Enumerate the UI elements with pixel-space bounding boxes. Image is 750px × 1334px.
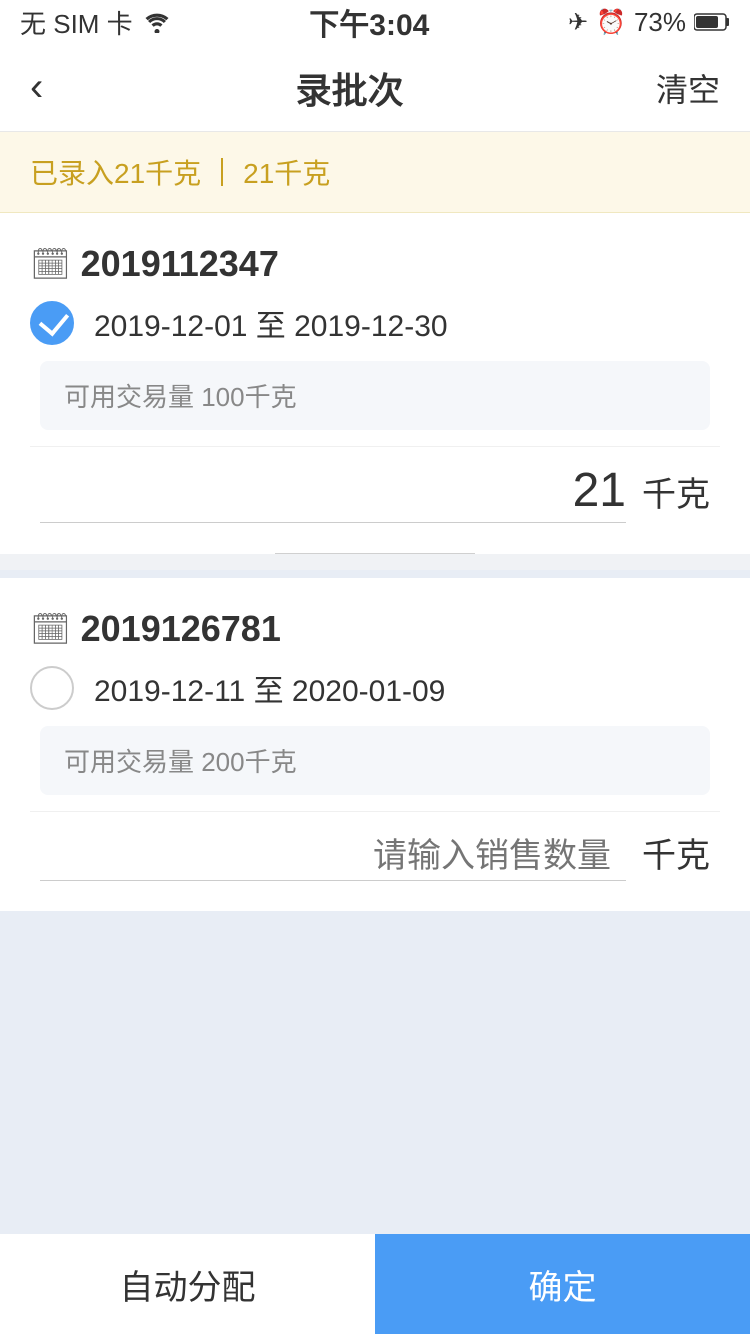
section-separator [0,570,750,578]
radio-1[interactable] [30,301,74,345]
batch-header-2: 🗓 2019126781 [30,608,720,650]
battery-text: 73% [634,7,686,38]
quantity-underline-1: 21 [40,463,626,523]
batch-id-1: 2019112347 [81,243,279,285]
radio-2[interactable] [30,666,74,710]
clear-button[interactable]: 清空 [656,65,720,111]
batch-card-2: 🗓 2019126781 2019-12-11 至 2020-01-09 可用交… [0,578,750,911]
confirm-button[interactable]: 确定 [375,1234,750,1334]
quantity-input-2[interactable] [40,837,626,876]
info-divider [221,158,223,186]
alarm-icon: ⏰ [596,8,626,37]
available-box-2: 可用交易量 200千克 [40,726,710,795]
info-value: 21千克 [243,152,330,192]
quantity-unit-1: 千克 [642,467,710,516]
batch-header-1: 🗓 2019112347 [30,243,720,285]
info-label: 已录入21千克 [30,152,201,192]
info-banner: 已录入21千克 21千克 [0,132,750,213]
bottom-bar: 自动分配 确定 [0,1234,750,1334]
status-left: 无 SIM 卡 [20,4,171,41]
status-right: ✈ ⏰ 73% [568,7,730,38]
divider-1 [275,553,475,554]
quantity-underline-2[interactable] [40,837,626,881]
batch-date-row-2[interactable]: 2019-12-11 至 2020-01-09 [30,666,720,710]
available-text-2: 可用交易量 200千克 [64,747,297,777]
batch-icon-2: 🗓 [30,610,71,648]
battery-icon [694,12,730,32]
available-text-1: 可用交易量 100千克 [64,382,297,412]
location-icon: ✈ [568,8,588,37]
batch-icon-1: 🗓 [30,245,71,283]
page-title: 录批次 [296,62,404,114]
nav-bar: ‹ 录批次 清空 [0,44,750,132]
quantity-row-2: 千克 [30,811,720,891]
wifi-icon [143,11,171,33]
batch-date-row-1[interactable]: 2019-12-01 至 2019-12-30 [30,301,720,345]
available-box-1: 可用交易量 100千克 [40,361,710,430]
carrier-text: 无 SIM 卡 [20,4,133,41]
auto-distribute-button[interactable]: 自动分配 [0,1234,375,1334]
batch-date-2: 2019-12-11 至 2020-01-09 [94,666,445,710]
batch-card-1: 🗓 2019112347 2019-12-01 至 2019-12-30 可用交… [0,213,750,554]
quantity-row-1: 21 千克 [30,446,720,533]
quantity-value-1: 21 [573,463,626,518]
status-time: 下午3:04 [309,0,429,44]
batch-id-2: 2019126781 [81,608,281,650]
back-button[interactable]: ‹ [30,65,43,110]
quantity-unit-2: 千克 [642,828,710,877]
batch-date-1: 2019-12-01 至 2019-12-30 [94,301,448,345]
status-bar: 无 SIM 卡 下午3:04 ✈ ⏰ 73% [0,0,750,44]
